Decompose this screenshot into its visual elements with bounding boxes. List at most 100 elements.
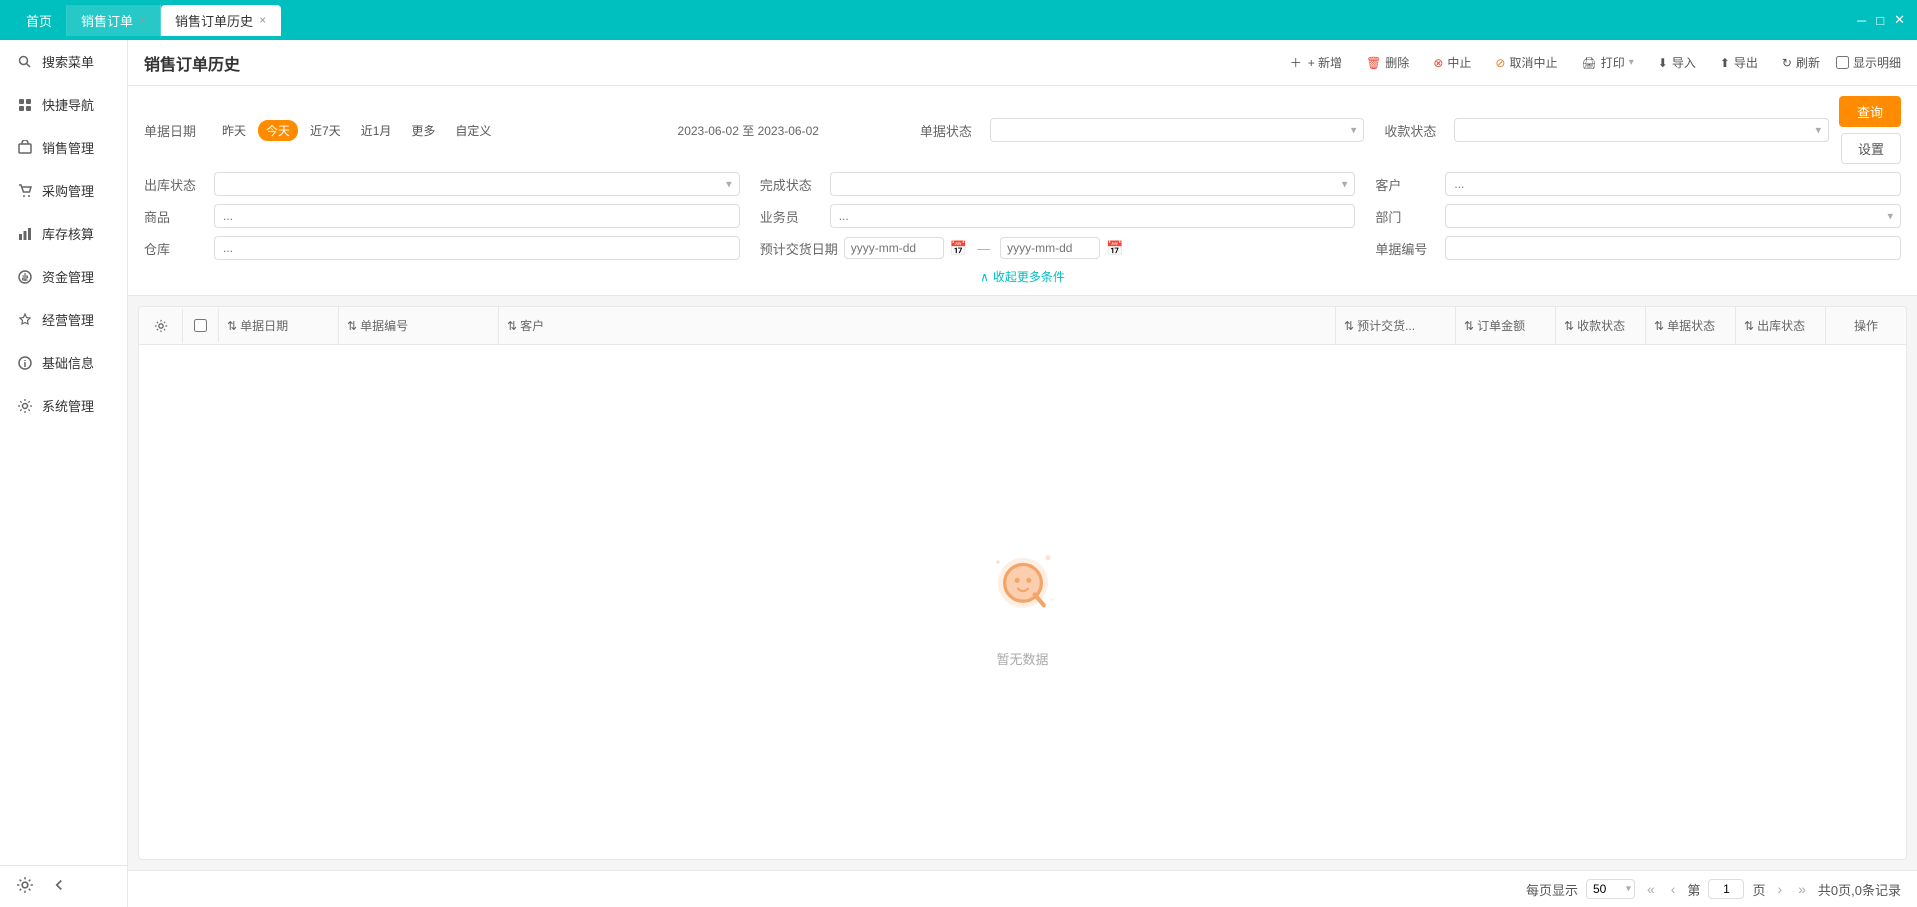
manage-icon [16,311,34,329]
date-tag-more[interactable]: 更多 [403,120,443,141]
sidebar-item-info[interactable]: 基础信息 [0,341,127,384]
show-detail-checkbox[interactable] [1836,56,1849,69]
purchase-icon [16,182,34,200]
filter-done-status: 完成状态 [760,172,1356,196]
sidebar-item-purchase[interactable]: 采购管理 [0,169,127,212]
prev-page-button[interactable]: ‹ [1667,879,1680,899]
page-size-wrap: 20 50 100 200 [1586,879,1635,899]
tab-sales-order[interactable]: 销售订单 × [67,5,161,36]
out-status-select[interactable] [214,172,740,196]
date-tag-today[interactable]: 今天 [258,120,298,141]
set-button[interactable]: 设置 [1841,133,1901,164]
delete-button[interactable]: 🗑 删除 [1358,50,1417,75]
date-tag-7days[interactable]: 近7天 [302,120,349,141]
page-input[interactable] [1708,879,1744,899]
info-icon [16,354,34,372]
dept-select[interactable] [1445,204,1901,228]
payment-status-label: 收款状态 [1384,121,1448,140]
sidebar-settings-icon[interactable] [16,876,34,897]
select-all-checkbox[interactable] [194,319,207,332]
import-button[interactable]: ⬇ 导入 [1650,50,1704,75]
table-area: ⇅ 单据日期 ⇅ 单据编号 ⇅ 客户 ⇅ 预计交货... ⇅ 订单金额 [138,306,1907,860]
page-size-select[interactable]: 20 50 100 200 [1586,879,1635,899]
warehouse-label: 仓库 [144,239,208,258]
tab-sales-history-label: 销售订单历史 [175,11,253,30]
date-separator: — [973,241,994,256]
sidebar-collapse-icon[interactable] [50,876,68,897]
cal-end-icon[interactable]: 📅 [1106,240,1123,257]
tab-sales-history[interactable]: 销售订单历史 × [161,5,281,36]
tab-home[interactable]: 首页 [12,5,67,36]
bill-status-label: 单据状态 [920,121,984,140]
th-amount[interactable]: ⇅ 订单金额 [1456,307,1556,344]
cancel-stop-button[interactable]: ⊘ 取消中止 [1487,50,1565,75]
sidebar-item-sales-label: 销售管理 [42,138,94,157]
th-out[interactable]: ⇅ 出库状态 [1736,307,1826,344]
th-date[interactable]: ⇅ 单据日期 [219,307,339,344]
sidebar-item-system-label: 系统管理 [42,396,94,415]
payment-status-select[interactable] [1454,118,1829,142]
collapse-label: 收起更多条件 [993,268,1065,285]
filter-salesperson: 业务员 [760,204,1356,228]
last-page-button[interactable]: » [1794,879,1810,899]
dept-label: 部门 [1375,207,1439,226]
sidebar-item-nav[interactable]: 快捷导航 [0,83,127,126]
next-page-button[interactable]: › [1773,879,1786,899]
filter-row-2: 出库状态 完成状态 客户 [144,172,1901,196]
sidebar-item-sales[interactable]: 销售管理 [0,126,127,169]
delivery-date-start[interactable] [844,237,944,259]
delivery-date-end[interactable] [1000,237,1100,259]
stock-icon [16,225,34,243]
export-button[interactable]: ⬆ 导出 [1712,50,1766,75]
tab-sales-history-close[interactable]: × [259,13,266,27]
sidebar-item-finance[interactable]: 资金管理 [0,255,127,298]
th-out-sort: ⇅ [1744,319,1754,333]
bill-no-input[interactable] [1445,236,1901,260]
query-button[interactable]: 查询 [1839,96,1901,127]
new-button[interactable]: ＋ + 新增 [1282,50,1350,75]
done-status-select[interactable] [830,172,1356,196]
first-page-button[interactable]: « [1643,879,1659,899]
cal-start-icon[interactable]: 📅 [950,240,967,257]
cancel-stop-icon: ⊘ [1495,56,1505,70]
filter-warehouse: 仓库 [144,236,740,260]
th-pay[interactable]: ⇅ 收款状态 [1556,307,1646,344]
th-customer[interactable]: ⇅ 客户 [499,307,1336,344]
sidebar-item-system[interactable]: 系统管理 [0,384,127,427]
customer-input[interactable] [1445,172,1901,196]
th-delivery[interactable]: ⇅ 预计交货... [1336,307,1456,344]
sidebar-item-manage[interactable]: 经营管理 [0,298,127,341]
content-area: 销售订单历史 ＋ + 新增 🗑 删除 ⊗ 中止 ⊘ 取消中止 [128,40,1917,907]
bill-status-select-wrap [990,118,1365,142]
collapse-row[interactable]: ∧ 收起更多条件 [144,268,1901,285]
tab-sales-order-close[interactable]: × [139,13,146,27]
filter-dept: 部门 [1375,204,1901,228]
filter-delivery-date: 预计交货日期 📅 — 📅 [760,237,1356,259]
salesperson-input[interactable] [830,204,1356,228]
delivery-date-label: 预计交货日期 [760,239,838,258]
sidebar-item-stock[interactable]: 库存核算 [0,212,127,255]
th-status[interactable]: ⇅ 单据状态 [1646,307,1736,344]
product-input[interactable] [214,204,740,228]
date-tag-yesterday[interactable]: 昨天 [214,120,254,141]
minimize-button[interactable]: ─ [1857,13,1866,28]
th-num[interactable]: ⇅ 单据编号 [339,307,499,344]
sidebar: 搜索菜单 快捷导航 销售管理 采购管理 库存核算 [0,40,128,907]
date-tag-custom[interactable]: 自定义 [447,120,499,141]
warehouse-input[interactable] [214,236,740,260]
sidebar-item-search[interactable]: 搜索菜单 [0,40,127,83]
toolbar: ＋ + 新增 🗑 删除 ⊗ 中止 ⊘ 取消中止 🖨 打印 [1282,50,1901,75]
th-checkbox[interactable] [183,309,219,342]
sidebar-item-search-label: 搜索菜单 [42,52,94,71]
close-button[interactable]: ✕ [1894,12,1905,28]
stop-button[interactable]: ⊗ 中止 [1425,50,1479,75]
refresh-button[interactable]: ↻ 刷新 [1774,50,1828,75]
print-button[interactable]: 🖨 打印 ▾ [1573,50,1641,75]
page-header: 销售订单历史 ＋ + 新增 🗑 删除 ⊗ 中止 ⊘ 取消中止 [128,40,1917,86]
bill-status-select[interactable] [990,118,1365,142]
th-settings[interactable] [139,309,183,343]
restore-button[interactable]: □ [1876,13,1884,28]
date-tag-1month[interactable]: 近1月 [353,120,400,141]
tab-bar: 首页 销售订单 × 销售订单历史 × [12,5,281,36]
main-layout: 搜索菜单 快捷导航 销售管理 采购管理 库存核算 [0,40,1917,907]
